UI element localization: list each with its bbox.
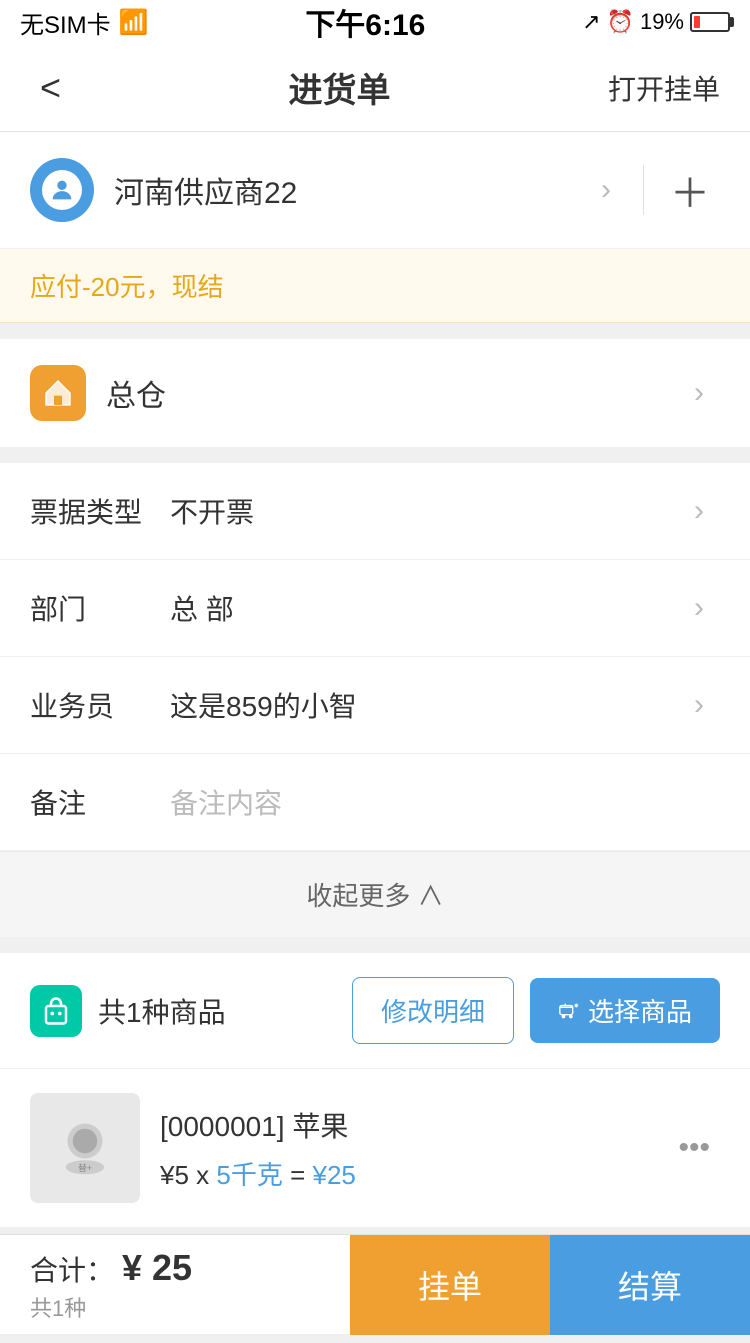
collapse-label: 收起更多 ∧ <box>306 881 443 911</box>
product-count: 共1种商品 <box>98 991 336 1031</box>
remark-label: 备注 <box>30 782 170 822</box>
total-text: 合计： <box>30 1249 114 1289</box>
product-fruit: 苹果 <box>292 1111 348 1142</box>
nav-bar: < 进货单 打开挂单 <box>0 44 750 132</box>
product-item: 替+ [0000001] 苹果 ¥5 x 5千克 = ¥25 ••• <box>0 1069 750 1227</box>
supplier-row[interactable]: 河南供应商22 › ＋ <box>0 132 750 249</box>
status-right: ↗ ⏰ 19% <box>582 9 730 35</box>
shopping-bag-icon <box>41 996 71 1026</box>
hang-order-button[interactable]: 挂单 <box>350 1235 550 1335</box>
alarm-icon: ⏰ <box>607 9 634 35</box>
select-product-button[interactable]: 选择商品 <box>530 978 720 1043</box>
product-image-placeholder: 替+ <box>50 1113 120 1183</box>
warehouse-card: 总仓 › <box>0 339 750 447</box>
product-name: [0000001] 苹果 <box>160 1105 648 1145</box>
hang-order-label: 挂单 <box>418 1262 482 1308</box>
warehouse-name: 总仓 <box>106 371 694 415</box>
battery-percent: 19% <box>640 9 684 35</box>
person-icon <box>48 176 76 204</box>
wifi-icon: 📶 <box>119 8 149 37</box>
sales-row[interactable]: 业务员 这是859的小智 › <box>0 657 750 754</box>
supplier-avatar <box>30 158 94 222</box>
warehouse-chevron-icon: › <box>694 376 704 410</box>
cart-icon <box>558 1000 580 1022</box>
page-title: 进货单 <box>289 63 391 112</box>
equals-sign: = <box>290 1160 312 1190</box>
location-icon: ↗ <box>582 9 600 35</box>
back-button[interactable]: < <box>30 57 71 119</box>
dept-row[interactable]: 部门 总 部 › <box>0 560 750 657</box>
avatar-inner <box>42 170 82 210</box>
unit-price: ¥5 <box>160 1160 189 1190</box>
sales-chevron-icon: › <box>694 688 704 722</box>
form-card: 票据类型 不开票 › 部门 总 部 › 业务员 这是859的小智 › 备注 备注… <box>0 463 750 937</box>
sales-value: 这是859的小智 <box>170 685 694 725</box>
checkout-button[interactable]: 结算 <box>550 1235 750 1335</box>
total-label: 合计： ¥ 25 <box>30 1247 320 1289</box>
subtotal: ¥25 <box>313 1160 356 1190</box>
invoice-value: 不开票 <box>170 491 694 531</box>
quantity: 5千克 <box>216 1160 282 1190</box>
notice-bar: 应付-20元，现结 <box>0 249 750 323</box>
main-content: 河南供应商22 › ＋ 应付-20元，现结 总仓 › 票据类型 不开票 › <box>0 132 750 1343</box>
sales-label: 业务员 <box>30 685 170 725</box>
carrier-text: 无SIM卡 <box>20 5 111 40</box>
product-code: [0000001] <box>160 1111 285 1142</box>
invoice-row[interactable]: 票据类型 不开票 › <box>0 463 750 560</box>
warehouse-icon <box>30 365 86 421</box>
remark-placeholder[interactable]: 备注内容 <box>170 782 720 822</box>
product-price-row: ¥5 x 5千克 = ¥25 <box>160 1155 648 1192</box>
warehouse-row[interactable]: 总仓 › <box>0 339 750 447</box>
notice-text: 应付-20元，现结 <box>30 272 224 302</box>
chevron-right-icon: › <box>601 173 611 207</box>
remark-row[interactable]: 备注 备注内容 <box>0 754 750 851</box>
dept-value: 总 部 <box>170 588 694 628</box>
total-section: 合计： ¥ 25 共1种 <box>0 1247 350 1323</box>
collapse-button[interactable]: 收起更多 ∧ <box>0 851 750 937</box>
multiply-sign: x <box>196 1160 216 1190</box>
vertical-divider <box>643 165 644 215</box>
status-left: 无SIM卡 📶 <box>20 5 149 40</box>
invoice-label: 票据类型 <box>30 491 170 531</box>
add-button[interactable]: ＋ <box>660 161 720 219</box>
dept-label: 部门 <box>30 588 170 628</box>
total-sub: 共1种 <box>30 1291 320 1323</box>
dept-chevron-icon: › <box>694 591 704 625</box>
house-icon <box>42 377 74 409</box>
battery-icon <box>690 12 730 32</box>
checkout-label: 结算 <box>618 1262 682 1308</box>
invoice-chevron-icon: › <box>694 494 704 528</box>
product-icon <box>30 985 82 1037</box>
open-pending-button[interactable]: 打开挂单 <box>608 68 720 108</box>
product-thumbnail: 替+ <box>30 1093 140 1203</box>
select-product-label: 选择商品 <box>588 992 692 1029</box>
more-button[interactable]: ••• <box>668 1121 720 1175</box>
supplier-name: 河南供应商22 <box>114 168 601 212</box>
product-header: 共1种商品 修改明细 选择商品 <box>0 953 750 1069</box>
status-bar: 无SIM卡 📶 下午6:16 ↗ ⏰ 19% <box>0 0 750 44</box>
total-amount: ¥ 25 <box>122 1247 192 1289</box>
supplier-card: 河南供应商22 › ＋ 应付-20元，现结 <box>0 132 750 323</box>
status-time: 下午6:16 <box>305 0 425 44</box>
product-card: 共1种商品 修改明细 选择商品 <box>0 953 750 1227</box>
product-info: [0000001] 苹果 ¥5 x 5千克 = ¥25 <box>160 1105 648 1192</box>
edit-detail-button[interactable]: 修改明细 <box>352 977 514 1044</box>
bottom-bar: 合计： ¥ 25 共1种 挂单 结算 <box>0 1234 750 1334</box>
svg-text:替+: 替+ <box>78 1162 92 1173</box>
